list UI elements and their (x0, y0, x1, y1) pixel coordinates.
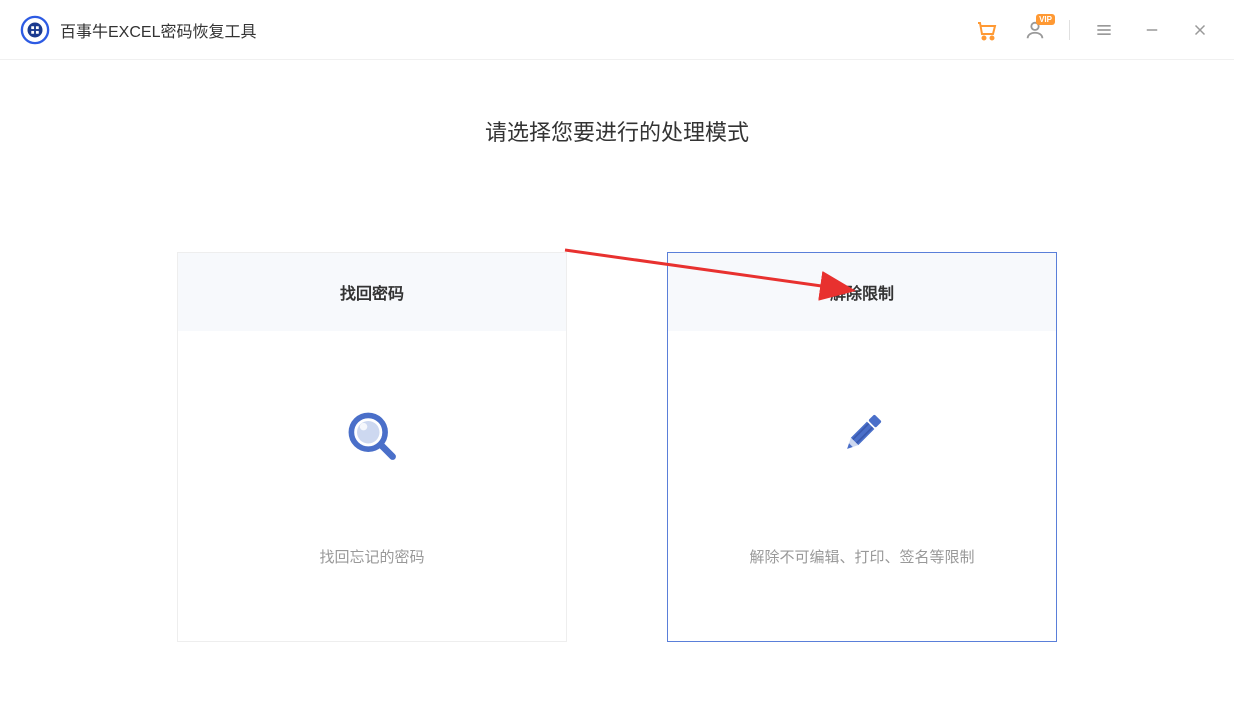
card-recover-desc: 找回忘记的密码 (319, 546, 424, 567)
cart-icon[interactable] (973, 16, 1001, 44)
card-unlock-body: 解除不可编辑、打印、签名等限制 (668, 331, 1056, 641)
minimize-icon[interactable] (1138, 16, 1166, 44)
app-logo-icon (20, 15, 50, 45)
user-icon[interactable]: VIP (1021, 16, 1049, 44)
card-recover-password[interactable]: 找回密码 找回忘记的密码 (177, 252, 567, 642)
magnifier-icon (342, 406, 402, 466)
page-heading: 请选择您要进行的处理模式 (0, 115, 1234, 147)
title-right: VIP (973, 16, 1214, 44)
card-unlock-desc: 解除不可编辑、打印、签名等限制 (749, 546, 974, 567)
main-content: 请选择您要进行的处理模式 找回密码 找回忘记的密码 解除限制 (0, 60, 1234, 642)
card-recover-body: 找回忘记的密码 (178, 331, 566, 641)
menu-icon[interactable] (1090, 16, 1118, 44)
card-remove-restriction[interactable]: 解除限制 解除不可编辑、打印、签名等限制 (667, 252, 1057, 642)
card-recover-title: 找回密码 (178, 253, 566, 331)
mode-cards: 找回密码 找回忘记的密码 解除限制 (0, 252, 1234, 642)
divider (1069, 20, 1070, 40)
title-bar: 百事牛EXCEL密码恢复工具 VIP (0, 0, 1234, 60)
pencil-icon (832, 406, 892, 466)
app-title: 百事牛EXCEL密码恢复工具 (60, 18, 256, 42)
card-unlock-title: 解除限制 (668, 253, 1056, 331)
user-vip-badge: VIP (1036, 14, 1055, 25)
title-left: 百事牛EXCEL密码恢复工具 (20, 15, 256, 45)
close-icon[interactable] (1186, 16, 1214, 44)
